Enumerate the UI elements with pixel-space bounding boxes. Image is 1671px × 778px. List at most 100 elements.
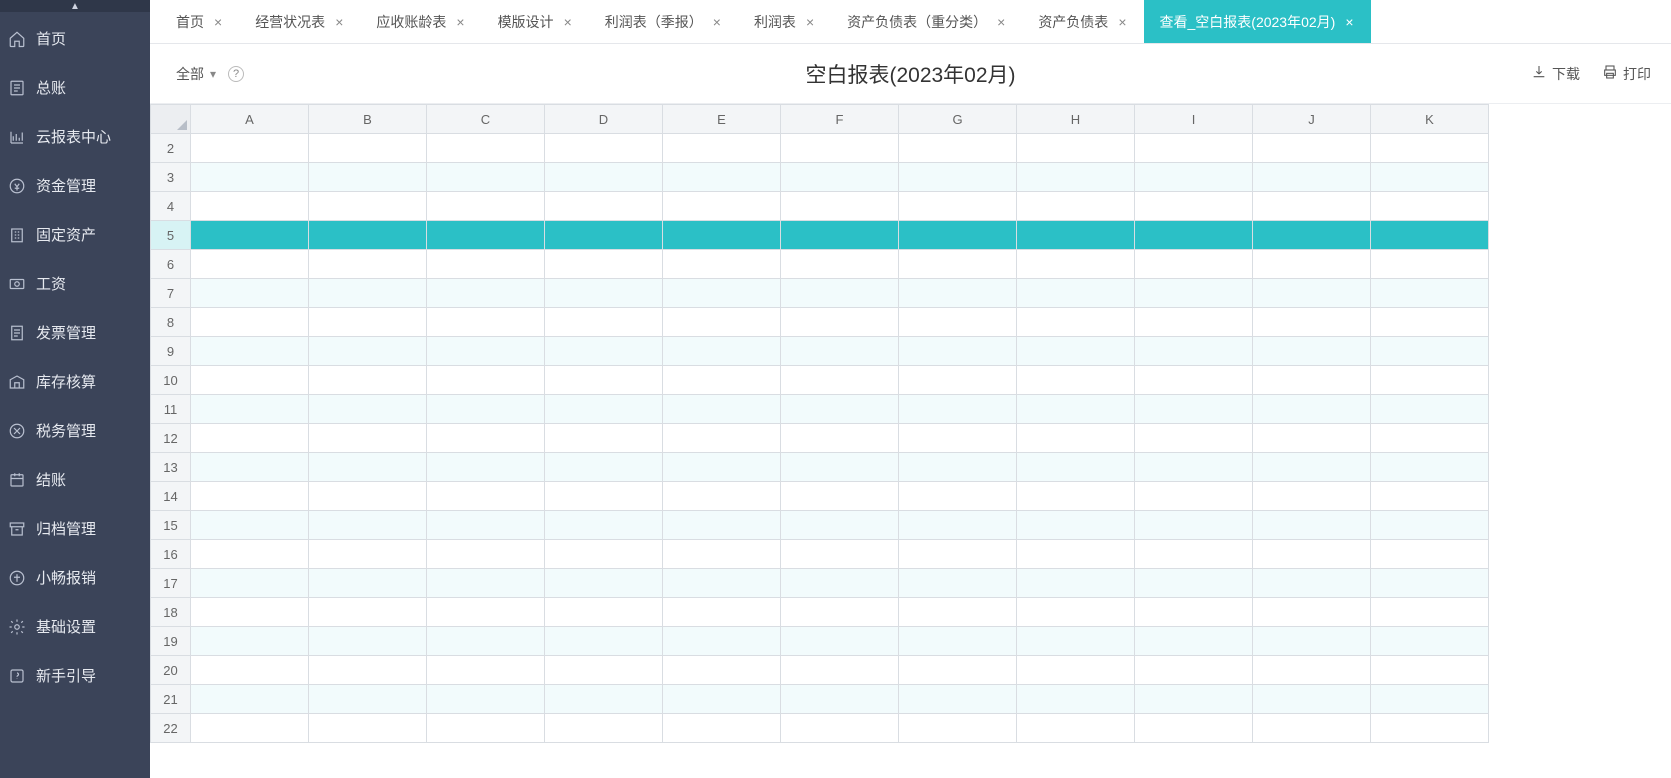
cell[interactable] bbox=[1017, 366, 1135, 395]
cell[interactable] bbox=[1371, 308, 1489, 337]
cell[interactable] bbox=[1135, 279, 1253, 308]
sidebar-item-archive[interactable]: 归档管理 bbox=[0, 504, 150, 553]
cell[interactable] bbox=[1253, 482, 1371, 511]
cell[interactable] bbox=[663, 221, 781, 250]
cell[interactable] bbox=[899, 192, 1017, 221]
cell[interactable] bbox=[309, 308, 427, 337]
cell[interactable] bbox=[899, 685, 1017, 714]
cell[interactable] bbox=[191, 656, 309, 685]
row-header[interactable]: 3 bbox=[151, 163, 191, 192]
cell[interactable] bbox=[1253, 250, 1371, 279]
row-header[interactable]: 7 bbox=[151, 279, 191, 308]
cell[interactable] bbox=[545, 685, 663, 714]
cell[interactable] bbox=[1371, 221, 1489, 250]
cell[interactable] bbox=[545, 540, 663, 569]
cell[interactable] bbox=[781, 540, 899, 569]
cell[interactable] bbox=[899, 134, 1017, 163]
cell[interactable] bbox=[1017, 482, 1135, 511]
cell[interactable] bbox=[1253, 163, 1371, 192]
cell[interactable] bbox=[545, 656, 663, 685]
cell[interactable] bbox=[663, 192, 781, 221]
cell[interactable] bbox=[781, 511, 899, 540]
cell[interactable] bbox=[781, 134, 899, 163]
cell[interactable] bbox=[545, 424, 663, 453]
cell[interactable] bbox=[191, 395, 309, 424]
cell[interactable] bbox=[1017, 540, 1135, 569]
row-header[interactable]: 5 bbox=[151, 221, 191, 250]
cell[interactable] bbox=[781, 337, 899, 366]
cell[interactable] bbox=[545, 366, 663, 395]
row-header[interactable]: 2 bbox=[151, 134, 191, 163]
cell[interactable] bbox=[1017, 656, 1135, 685]
cell[interactable] bbox=[1371, 685, 1489, 714]
cell[interactable] bbox=[1253, 337, 1371, 366]
cell[interactable] bbox=[663, 279, 781, 308]
cell[interactable] bbox=[309, 424, 427, 453]
sidebar-item-close-period[interactable]: 结账 bbox=[0, 455, 150, 504]
cell[interactable] bbox=[1371, 163, 1489, 192]
cell[interactable] bbox=[309, 395, 427, 424]
cell[interactable] bbox=[309, 627, 427, 656]
cell[interactable] bbox=[663, 598, 781, 627]
cell[interactable] bbox=[1371, 424, 1489, 453]
cell[interactable] bbox=[1371, 714, 1489, 743]
cell[interactable] bbox=[781, 569, 899, 598]
cell[interactable] bbox=[545, 134, 663, 163]
cell[interactable] bbox=[1371, 337, 1489, 366]
cell[interactable] bbox=[1253, 714, 1371, 743]
cell[interactable] bbox=[1253, 540, 1371, 569]
cell[interactable] bbox=[427, 714, 545, 743]
cell[interactable] bbox=[899, 569, 1017, 598]
cell[interactable] bbox=[1017, 714, 1135, 743]
cell[interactable] bbox=[781, 685, 899, 714]
cell[interactable] bbox=[309, 714, 427, 743]
cell[interactable] bbox=[1017, 395, 1135, 424]
cell[interactable] bbox=[781, 192, 899, 221]
cell[interactable] bbox=[781, 366, 899, 395]
cell[interactable] bbox=[1017, 511, 1135, 540]
cell[interactable] bbox=[1371, 540, 1489, 569]
cell[interactable] bbox=[545, 192, 663, 221]
cell[interactable] bbox=[1371, 482, 1489, 511]
cell[interactable] bbox=[781, 163, 899, 192]
cell[interactable] bbox=[309, 279, 427, 308]
cell[interactable] bbox=[1371, 569, 1489, 598]
sidebar-item-chart[interactable]: 云报表中心 bbox=[0, 112, 150, 161]
cell[interactable] bbox=[545, 453, 663, 482]
cell[interactable] bbox=[899, 540, 1017, 569]
sidebar-item-settings[interactable]: 基础设置 bbox=[0, 602, 150, 651]
cell[interactable] bbox=[427, 424, 545, 453]
cell[interactable] bbox=[427, 598, 545, 627]
cell[interactable] bbox=[545, 598, 663, 627]
cell[interactable] bbox=[1253, 598, 1371, 627]
cell[interactable] bbox=[427, 192, 545, 221]
cell[interactable] bbox=[1017, 134, 1135, 163]
cell[interactable] bbox=[663, 134, 781, 163]
cell[interactable] bbox=[545, 395, 663, 424]
cell[interactable] bbox=[427, 366, 545, 395]
cell[interactable] bbox=[1371, 250, 1489, 279]
close-icon[interactable]: × bbox=[713, 14, 721, 30]
cell[interactable] bbox=[1253, 656, 1371, 685]
cell[interactable] bbox=[309, 366, 427, 395]
cell[interactable] bbox=[1135, 714, 1253, 743]
sidebar-item-salary[interactable]: 工资 bbox=[0, 259, 150, 308]
tab[interactable]: 模版设计× bbox=[482, 0, 589, 43]
cell[interactable] bbox=[899, 395, 1017, 424]
column-header[interactable]: B bbox=[309, 105, 427, 134]
cell[interactable] bbox=[1135, 482, 1253, 511]
cell[interactable] bbox=[663, 453, 781, 482]
cell[interactable] bbox=[663, 163, 781, 192]
cell[interactable] bbox=[663, 308, 781, 337]
cell[interactable] bbox=[899, 627, 1017, 656]
cell[interactable] bbox=[1135, 424, 1253, 453]
cell[interactable] bbox=[1017, 685, 1135, 714]
cell[interactable] bbox=[1135, 627, 1253, 656]
sidebar-item-home[interactable]: 首页 bbox=[0, 14, 150, 63]
column-header[interactable]: J bbox=[1253, 105, 1371, 134]
cell[interactable] bbox=[1253, 308, 1371, 337]
cell[interactable] bbox=[1017, 279, 1135, 308]
cell[interactable] bbox=[1017, 192, 1135, 221]
cell[interactable] bbox=[1135, 163, 1253, 192]
cell[interactable] bbox=[191, 192, 309, 221]
